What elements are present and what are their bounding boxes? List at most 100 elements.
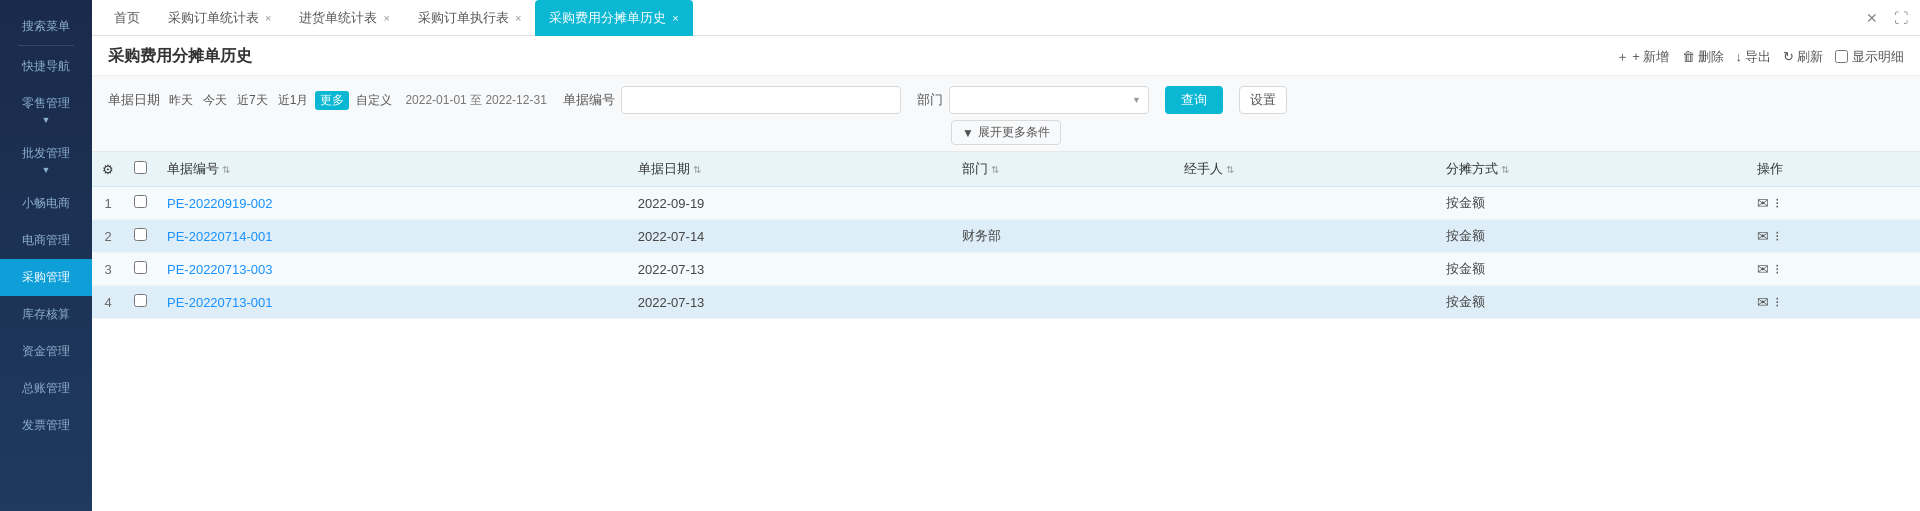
row-dept-cell: 财务部 xyxy=(952,220,1173,253)
sidebar-item-finance[interactable]: 资金管理 xyxy=(0,333,92,370)
sidebar-item-purchase[interactable]: 采购管理 xyxy=(0,259,92,296)
th-action: 操作 xyxy=(1747,152,1920,187)
add-icon: ＋ xyxy=(1616,48,1629,66)
row-doc-date-cell: 2022-07-13 xyxy=(628,286,952,319)
dept-select-wrapper xyxy=(949,86,1149,114)
tabs-right-controls: ✕ ⛶ xyxy=(1862,8,1912,28)
row-more-icon[interactable]: ⁝ xyxy=(1775,261,1779,277)
table-row: 4 PE-20220713-001 2022-07-13 按金额 ✉ ⁝ xyxy=(92,286,1920,319)
sort-split-method-icon: ⇅ xyxy=(1501,164,1509,175)
delete-button[interactable]: 🗑 删除 xyxy=(1682,48,1724,66)
row-more-icon[interactable]: ⁝ xyxy=(1775,195,1779,211)
close-all-tabs-icon[interactable]: ✕ xyxy=(1862,8,1882,28)
th-doc-num[interactable]: 单据编号 ⇅ xyxy=(157,152,628,187)
row-settings-cell: 2 xyxy=(92,220,124,253)
sort-doc-date-icon: ⇅ xyxy=(693,164,701,175)
row-checkbox[interactable] xyxy=(134,261,147,274)
date-range-display: 2022-01-01 至 2022-12-31 xyxy=(405,92,546,109)
show-details-checkbox-label[interactable]: 显示明细 xyxy=(1835,48,1904,66)
row-edit-icon[interactable]: ✉ xyxy=(1757,195,1769,211)
sidebar: 搜索菜单 快捷导航 零售管理 ▼ 批发管理 ▼ 小畅电商 电商管理 采购管理 库… xyxy=(0,0,92,511)
row-doc-date-cell: 2022-09-19 xyxy=(628,187,952,220)
add-button[interactable]: ＋ + 新增 xyxy=(1616,48,1669,66)
shortcut-yesterday[interactable]: 昨天 xyxy=(166,91,196,110)
export-icon: ↓ xyxy=(1736,49,1743,64)
row-doc-num-cell: PE-20220714-001 xyxy=(157,220,628,253)
row-checkbox-cell xyxy=(124,253,157,286)
tab-inbound-stats[interactable]: 进货单统计表 × xyxy=(285,0,403,36)
row-more-icon[interactable]: ⁝ xyxy=(1775,228,1779,244)
row-edit-icon[interactable]: ✉ xyxy=(1757,228,1769,244)
row-num: 2 xyxy=(104,229,111,244)
table-row: 2 PE-20220714-001 2022-07-14 财务部 按金额 ✉ ⁝ xyxy=(92,220,1920,253)
row-handler-cell xyxy=(1174,220,1437,253)
sidebar-item-invoice[interactable]: 发票管理 xyxy=(0,407,92,444)
th-handler[interactable]: 经手人 ⇅ xyxy=(1174,152,1437,187)
row-doc-num-link[interactable]: PE-20220714-001 xyxy=(167,229,273,244)
tab-close-purchase-order-stats[interactable]: × xyxy=(265,12,271,24)
sidebar-item-wholesale[interactable]: 批发管理 ▼ xyxy=(0,135,92,185)
sidebar-divider-1 xyxy=(18,45,73,46)
row-dept-cell xyxy=(952,187,1173,220)
filter-setting-button[interactable]: 设置 xyxy=(1239,86,1287,114)
row-num: 3 xyxy=(104,262,111,277)
th-split-method[interactable]: 分摊方式 ⇅ xyxy=(1436,152,1747,187)
row-checkbox[interactable] xyxy=(134,294,147,307)
show-details-checkbox[interactable] xyxy=(1835,50,1848,63)
tab-purchase-order-exec[interactable]: 采购订单执行表 × xyxy=(404,0,535,36)
page-container: 采购费用分摊单历史 ＋ + 新增 🗑 删除 ↓ 导出 ↻ 刷新 xyxy=(92,36,1920,511)
row-checkbox[interactable] xyxy=(134,195,147,208)
wholesale-arrow-icon: ▼ xyxy=(42,165,51,175)
tabs-bar: 首页 采购订单统计表 × 进货单统计表 × 采购订单执行表 × 采购费用分摊单历… xyxy=(92,0,1920,36)
shortcut-more[interactable]: 更多 xyxy=(315,91,349,110)
th-checkbox xyxy=(124,152,157,187)
refresh-button[interactable]: ↻ 刷新 xyxy=(1783,48,1823,66)
date-filter-label: 单据日期 xyxy=(108,91,160,109)
row-action-cell: ✉ ⁝ xyxy=(1747,220,1920,253)
main-content: 首页 采购订单统计表 × 进货单统计表 × 采购订单执行表 × 采购费用分摊单历… xyxy=(92,0,1920,511)
row-doc-num-link[interactable]: PE-20220919-002 xyxy=(167,196,273,211)
shortcut-7days[interactable]: 近7天 xyxy=(234,91,271,110)
tab-close-purchase-cost-history[interactable]: × xyxy=(672,12,678,24)
row-checkbox[interactable] xyxy=(134,228,147,241)
shortcut-1month[interactable]: 近1月 xyxy=(275,91,312,110)
expand-conditions-button[interactable]: ▼ 展开更多条件 xyxy=(951,120,1061,145)
sidebar-item-ecom[interactable]: 电商管理 xyxy=(0,222,92,259)
maximize-icon[interactable]: ⛶ xyxy=(1890,8,1912,28)
row-doc-num-link[interactable]: PE-20220713-003 xyxy=(167,262,273,277)
tab-purchase-order-stats[interactable]: 采购订单统计表 × xyxy=(154,0,285,36)
tab-home[interactable]: 首页 xyxy=(100,0,154,36)
filter-area: 单据日期 昨天 今天 近7天 近1月 更多 自定义 2022-01-01 至 2… xyxy=(92,76,1920,152)
row-more-icon[interactable]: ⁝ xyxy=(1775,294,1779,310)
export-button[interactable]: ↓ 导出 xyxy=(1736,48,1772,66)
dept-filter-group: 部门 xyxy=(917,86,1149,114)
sidebar-item-quicknav[interactable]: 快捷导航 xyxy=(0,48,92,85)
row-edit-icon[interactable]: ✉ xyxy=(1757,261,1769,277)
row-doc-num-cell: PE-20220919-002 xyxy=(157,187,628,220)
query-button[interactable]: 查询 xyxy=(1165,86,1223,114)
data-table: ⚙ 单据编号 ⇅ 单据日期 xyxy=(92,152,1920,319)
th-doc-date[interactable]: 单据日期 ⇅ xyxy=(628,152,952,187)
sidebar-item-search[interactable]: 搜索菜单 xyxy=(0,8,92,43)
sidebar-item-mini[interactable]: 小畅电商 xyxy=(0,185,92,222)
doc-num-input[interactable] xyxy=(621,86,901,114)
shortcut-today[interactable]: 今天 xyxy=(200,91,230,110)
row-edit-icon[interactable]: ✉ xyxy=(1757,294,1769,310)
th-settings[interactable]: ⚙ xyxy=(92,152,124,187)
row-doc-num-link[interactable]: PE-20220713-001 xyxy=(167,295,273,310)
chevron-down-icon: ▼ xyxy=(962,126,974,140)
row-doc-num-cell: PE-20220713-001 xyxy=(157,286,628,319)
th-dept[interactable]: 部门 ⇅ xyxy=(952,152,1173,187)
sidebar-item-inventory[interactable]: 库存核算 xyxy=(0,296,92,333)
sidebar-item-retail[interactable]: 零售管理 ▼ xyxy=(0,85,92,135)
tab-purchase-cost-history[interactable]: 采购费用分摊单历史 × xyxy=(535,0,692,36)
dept-select[interactable] xyxy=(949,86,1149,114)
refresh-icon: ↻ xyxy=(1783,49,1794,64)
select-all-checkbox[interactable] xyxy=(134,161,147,174)
tab-close-inbound-stats[interactable]: × xyxy=(383,12,389,24)
shortcut-custom[interactable]: 自定义 xyxy=(353,91,395,110)
row-num: 1 xyxy=(104,196,111,211)
row-dept-cell xyxy=(952,286,1173,319)
sidebar-item-ledger[interactable]: 总账管理 xyxy=(0,370,92,407)
tab-close-purchase-order-exec[interactable]: × xyxy=(515,12,521,24)
